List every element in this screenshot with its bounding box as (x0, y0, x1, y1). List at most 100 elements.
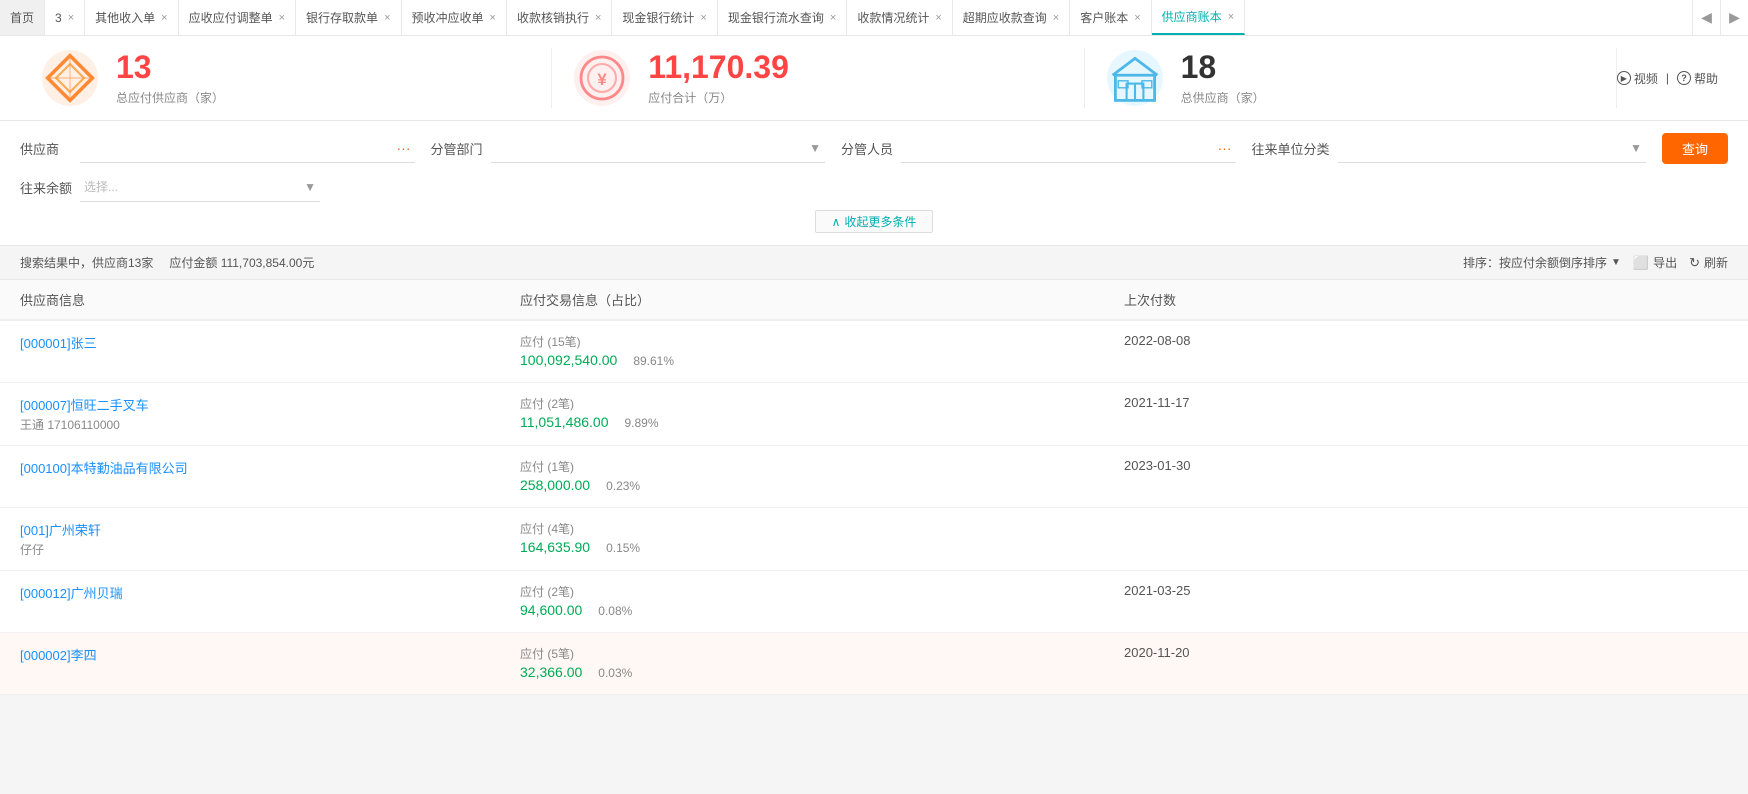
sort-select[interactable]: 排序：按应付余额倒序排序 ▼ (1463, 254, 1621, 271)
nav-tab-cash-bank-stat[interactable]: 现金银行统计× (612, 0, 717, 35)
tx-row-2: 258,000.000.23% (520, 475, 1124, 495)
supplier-cell-1: [000007]恒旺二手叉车王通 17106110000 (20, 395, 520, 433)
main-content: 13 总应付供应商（家） ¥ 11,170.39 应付合计（万） (0, 36, 1748, 794)
refresh-button[interactable]: ↻ 刷新 (1689, 254, 1728, 271)
tx-label-3: 应付 (4笔) (520, 520, 1124, 537)
supplier-input-wrapper: ··· (80, 134, 415, 163)
balance-filter-label: 往来余额 (20, 178, 72, 197)
tx-cell-0: 应付 (15笔)100,092,540.0089.61% (520, 333, 1124, 370)
supplier-cell-2: [000100]本特勤油品有限公司 (20, 458, 520, 477)
filter-person: 分管人员 ··· (841, 134, 1236, 163)
balance-placeholder: 选择... (84, 178, 304, 195)
tx-amount-4[interactable]: 94,600.00 (520, 602, 582, 618)
category-input-wrapper: ▼ (1338, 134, 1646, 163)
nav-arrow-left[interactable]: ◀ (1692, 0, 1720, 35)
table-header: 供应商信息 应付交易信息（占比） 上次付数 (0, 280, 1748, 321)
tx-amount-5[interactable]: 32,366.00 (520, 664, 582, 680)
tx-row-5: 32,366.00 0.03% (520, 662, 1124, 682)
supplier-sub-3: 仔仔 (20, 541, 520, 558)
close-tab-receipt-verify[interactable]: × (595, 12, 601, 24)
close-tab-customer-account[interactable]: × (1134, 12, 1140, 24)
ap-total-amount: 11,170.39 (648, 50, 789, 85)
tx-amount-2[interactable]: 258,000.00 (520, 477, 590, 493)
tx-pct-5: 0.03% (598, 666, 632, 680)
ap-total-label: 应付合计（万） (648, 89, 789, 106)
nav-tab-customer-account[interactable]: 客户账本× (1070, 0, 1151, 35)
nav-arrow-right[interactable]: ▶ (1720, 0, 1748, 35)
collapse-button[interactable]: ∧ 收起更多条件 (815, 210, 934, 233)
dept-input[interactable] (491, 134, 806, 162)
export-button[interactable]: ⬜ 导出 (1633, 254, 1677, 271)
table-row: [000100]本特勤油品有限公司应付 (1笔)258,000.000.23%2… (0, 446, 1748, 508)
tx-label-4: 应付 (2笔) (520, 583, 1124, 600)
balance-select[interactable]: 选择... ▼ (80, 172, 320, 202)
close-tab-overdue-query[interactable]: × (1053, 12, 1059, 24)
category-input[interactable] (1338, 134, 1627, 162)
tx-cell-5: 应付 (5笔)32,366.000.03% (520, 645, 1124, 682)
supplier-link-5[interactable]: [000002]李四 (20, 648, 97, 663)
person-filter-label: 分管人员 (841, 139, 893, 158)
video-link[interactable]: ▶ 视频 (1617, 70, 1658, 87)
ap-total-icon: ¥ (572, 48, 632, 108)
tx-label-0: 应付 (15笔) (520, 333, 1124, 350)
nav-tab-tab3[interactable]: 3× (45, 0, 85, 35)
close-tab-collection-stat[interactable]: × (935, 12, 941, 24)
collapse-area: ∧ 收起更多条件 (20, 210, 1728, 233)
last-pay-4: 2021-03-25 (1124, 583, 1728, 598)
coin-icon: ¥ (574, 50, 630, 106)
nav-tab-bank-deposit[interactable]: 银行存取款单× (296, 0, 401, 35)
sort-chevron-icon: ▼ (1611, 257, 1621, 268)
supplier-link-0[interactable]: [000001]张三 (20, 336, 97, 351)
tx-amount-3[interactable]: 164,635.90 (520, 539, 590, 555)
nav-tab-home[interactable]: 首页 (0, 0, 45, 35)
supplier-link-4[interactable]: [000012]广州贝瑞 (20, 586, 123, 601)
top-right-links: ▶ 视频 | ? 帮助 (1617, 70, 1728, 87)
summary-card-ap-total: ¥ 11,170.39 应付合计（万） (552, 48, 1084, 108)
close-tab-cash-bank-stat[interactable]: × (700, 12, 706, 24)
result-amount: 应付金额 111,703,854.00元 (169, 254, 314, 271)
export-icon: ⬜ (1633, 255, 1649, 271)
summary-info-ap-suppliers: 13 总应付供应商（家） (116, 50, 224, 106)
nav-tab-other-income[interactable]: 其他收入单× (85, 0, 178, 35)
close-tab-ap-adjust[interactable]: × (279, 12, 285, 24)
query-button[interactable]: 查询 (1662, 133, 1728, 164)
nav-tab-receipt-verify[interactable]: 收款核销执行× (507, 0, 612, 35)
supplier-link-1[interactable]: [000007]恒旺二手叉车 (20, 398, 149, 413)
person-dots-btn[interactable]: ··· (1214, 140, 1236, 156)
help-link[interactable]: ? 帮助 (1677, 70, 1718, 87)
close-tab-cash-bank-flow[interactable]: × (830, 12, 836, 24)
nav-tab-ap-adjust[interactable]: 应收应付调整单× (179, 0, 296, 35)
nav-tab-supplier-account[interactable]: 供应商账本× (1152, 0, 1245, 35)
collapse-icon: ∧ (832, 215, 841, 229)
supplier-link-2[interactable]: [000100]本特勤油品有限公司 (20, 461, 188, 476)
filter-balance: 往来余额 选择... ▼ (20, 172, 320, 202)
nav-tab-overdue-query[interactable]: 超期应收款查询× (953, 0, 1070, 35)
supplier-dots-btn[interactable]: ··· (393, 140, 415, 156)
last-pay-1: 2021-11-17 (1124, 395, 1728, 410)
supplier-input[interactable] (80, 134, 393, 162)
dept-input-wrapper: ▼ (491, 134, 825, 163)
supplier-link-3[interactable]: [001]广州荣轩 (20, 523, 101, 538)
summary-info-total-suppliers: 18 总供应商（家） (1181, 50, 1265, 106)
close-tab-supplier-account[interactable]: × (1228, 11, 1234, 23)
close-tab-other-income[interactable]: × (161, 12, 167, 24)
summary-card-ap-suppliers: 13 总应付供应商（家） (20, 48, 552, 108)
nav-tab-collection-stat[interactable]: 收款情况统计× (847, 0, 952, 35)
filter-row-1: 供应商 ··· 分管部门 ▼ 分管人员 ··· (20, 133, 1728, 164)
close-tab-tab3[interactable]: × (68, 12, 74, 24)
tx-amount-1[interactable]: 11,051,486.00 (520, 414, 609, 430)
close-tab-advance-offset[interactable]: × (490, 12, 496, 24)
result-bar: 搜索结果中，供应商13家 应付金额 111,703,854.00元 排序：按应付… (0, 246, 1748, 280)
nav-tab-cash-bank-flow[interactable]: 现金银行流水查询× (718, 0, 847, 35)
refresh-label: 刷新 (1704, 254, 1728, 271)
close-tab-bank-deposit[interactable]: × (384, 12, 390, 24)
tx-row-3: 164,635.900.15% (520, 537, 1124, 557)
person-input[interactable] (901, 134, 1213, 162)
nav-tab-advance-offset[interactable]: 预收冲应收单× (402, 0, 507, 35)
tx-amount-0[interactable]: 100,092,540.00 (520, 352, 617, 368)
tx-pct-1: 9.89% (625, 416, 659, 430)
export-label: 导出 (1653, 254, 1677, 271)
store-icon (1105, 48, 1165, 108)
summary-card-total-suppliers: 18 总供应商（家） (1085, 48, 1617, 108)
col-header-supplier: 供应商信息 (20, 290, 520, 309)
